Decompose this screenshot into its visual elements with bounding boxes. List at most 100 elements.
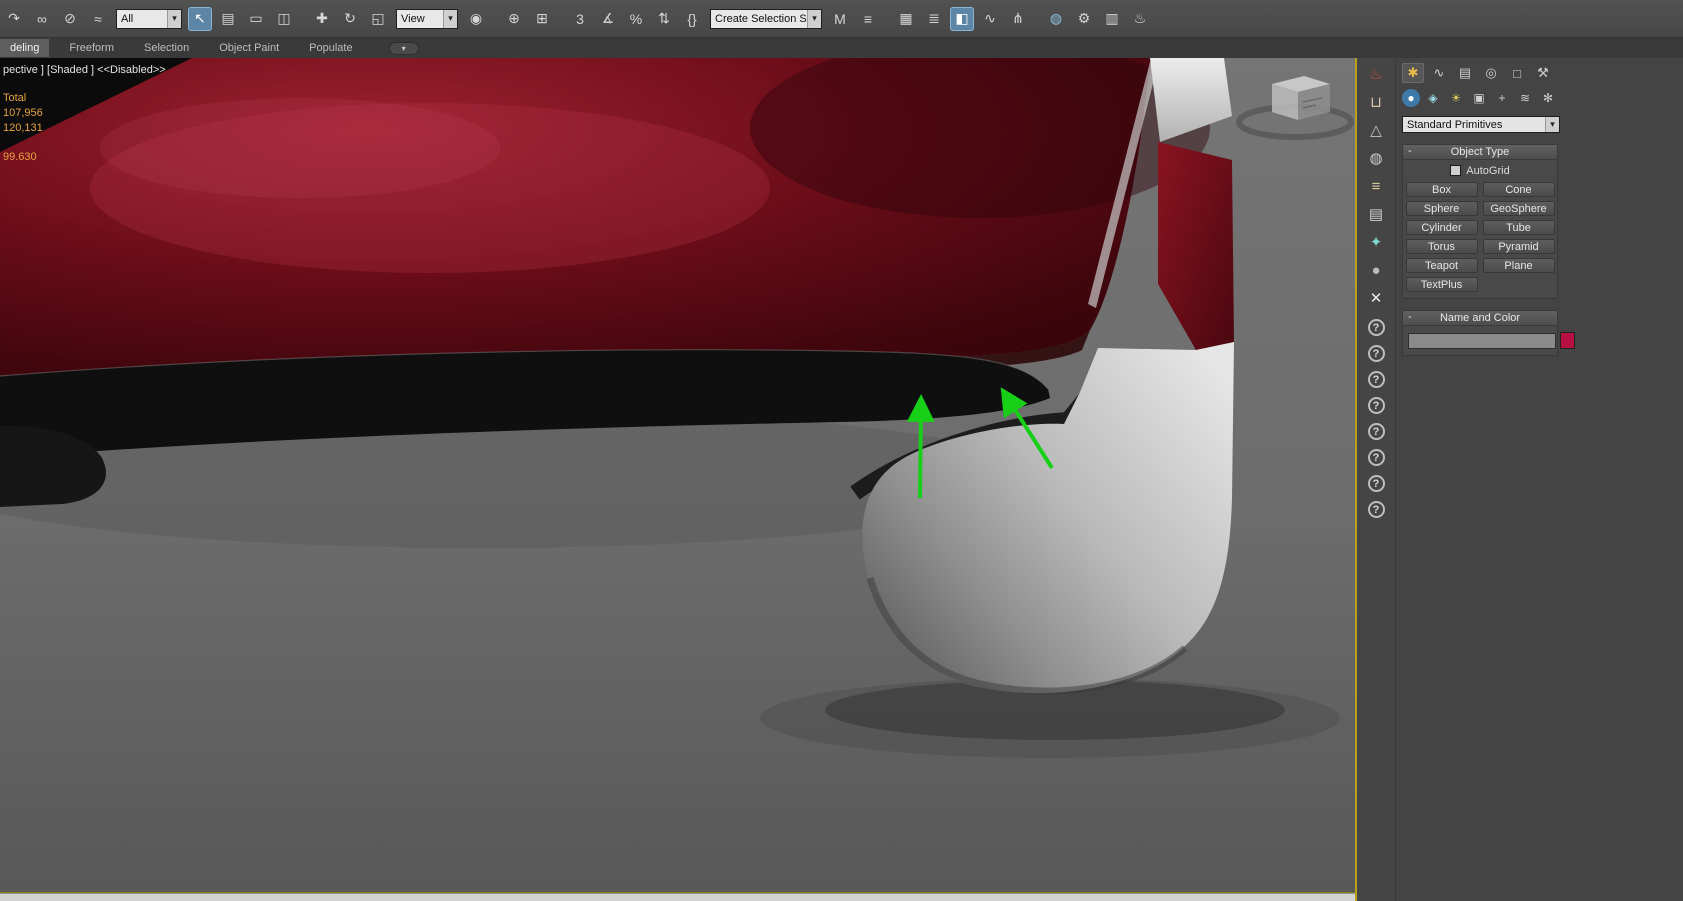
- tube-button[interactable]: Tube: [1482, 220, 1555, 235]
- category-shapes[interactable]: ◈: [1423, 88, 1443, 108]
- select-and-link-icon[interactable]: ∞: [30, 7, 54, 31]
- toggle-ribbon-icon[interactable]: ◧: [950, 6, 974, 31]
- close-icon[interactable]: ✕: [1363, 286, 1389, 310]
- select-and-manipulate-icon[interactable]: ⊕: [502, 7, 526, 31]
- curve-editor-icon[interactable]: ∿: [978, 7, 1002, 31]
- render-production-icon[interactable]: ♨: [1128, 7, 1152, 31]
- rectangular-selection-region-icon[interactable]: ▭: [244, 7, 268, 31]
- select-and-rotate-icon[interactable]: ↻: [338, 7, 362, 31]
- help-icon[interactable]: ?: [1367, 371, 1385, 388]
- toggle-layer-explorer-icon[interactable]: ≣: [922, 7, 946, 31]
- object-type-rollout-header[interactable]: - Object Type: [1403, 145, 1557, 160]
- bind-to-space-warp-icon[interactable]: ≈: [86, 7, 110, 31]
- tab-freeform[interactable]: Freeform: [59, 39, 124, 57]
- box-button[interactable]: Box: [1405, 182, 1478, 197]
- category-space-warps[interactable]: ≋: [1515, 88, 1535, 108]
- chevron-down-icon: ▾: [1545, 117, 1559, 132]
- material-editor-icon[interactable]: ◍: [1044, 7, 1068, 31]
- bricks-icon[interactable]: ▤: [1363, 202, 1389, 226]
- viewport-statistics: Total 107,956 120,131 99.630: [3, 91, 43, 165]
- checker-sphere-icon[interactable]: ◍: [1363, 146, 1389, 170]
- torus-button[interactable]: Torus: [1405, 239, 1478, 254]
- geosphere-button[interactable]: GeoSphere: [1482, 201, 1555, 216]
- select-object-icon[interactable]: ↖: [188, 6, 212, 31]
- named-selection-sets-dropdown[interactable]: Create Selection Se ▾: [710, 8, 822, 29]
- edit-named-selection-sets-icon[interactable]: {}: [680, 7, 704, 31]
- help-icon[interactable]: ?: [1367, 501, 1385, 518]
- render-setup-icon[interactable]: ⚙: [1072, 7, 1096, 31]
- side-toolbar: ♨ ⊔ △ ◍ ≡ ▤ ✦ ● ✕ ? ? ? ? ? ? ? ?: [1357, 58, 1396, 901]
- select-and-scale-icon[interactable]: ◱: [366, 7, 390, 31]
- tab-object-paint[interactable]: Object Paint: [209, 39, 289, 57]
- reference-coordinate-system-dropdown[interactable]: View ▾: [396, 8, 458, 29]
- viewport-label[interactable]: pective ] [Shaded ] <<Disabled>>: [3, 64, 166, 76]
- tab-populate[interactable]: Populate: [299, 39, 362, 57]
- help-icon[interactable]: ?: [1367, 449, 1385, 466]
- name-and-color-rollout: - Name and Color: [1402, 310, 1575, 356]
- unlink-selection-icon[interactable]: ⊘: [58, 7, 82, 31]
- cylinder-button[interactable]: Cylinder: [1405, 220, 1478, 235]
- help-icon[interactable]: ?: [1367, 397, 1385, 414]
- mirror-icon[interactable]: M: [828, 7, 852, 31]
- stats-title: Total: [3, 92, 27, 104]
- selection-filter-dropdown[interactable]: All ▾: [116, 8, 182, 29]
- category-geometry[interactable]: ●: [1402, 89, 1420, 107]
- keyboard-shortcut-override-icon[interactable]: ⊞: [530, 7, 554, 31]
- tab-modify[interactable]: ∿: [1428, 63, 1450, 83]
- name-and-color-rollout-header[interactable]: - Name and Color: [1403, 311, 1557, 326]
- window-crossing-toggle-icon[interactable]: ◫: [272, 7, 296, 31]
- command-panel-tabs: ✱ ∿ ▤ ◎ □ ⚒: [1396, 58, 1683, 85]
- rendered-frame-window-icon[interactable]: ▥: [1100, 7, 1124, 31]
- stats-line: 99.630: [3, 151, 37, 163]
- command-panel: ✱ ∿ ▤ ◎ □ ⚒ ● ◈ ☀ ▣ + ≋ ✻ Standard Primi…: [1396, 58, 1683, 901]
- snaps-toggle-icon[interactable]: 3: [568, 7, 592, 31]
- tab-create[interactable]: ✱: [1402, 63, 1424, 83]
- use-pivot-point-center-icon[interactable]: ◉: [464, 7, 488, 31]
- primitives-dropdown[interactable]: Standard Primitives ▾: [1402, 116, 1560, 133]
- help-icon[interactable]: ?: [1367, 319, 1385, 336]
- tab-modeling[interactable]: deling: [0, 39, 50, 57]
- star-icon[interactable]: ✦: [1363, 230, 1389, 254]
- category-helpers[interactable]: +: [1492, 88, 1512, 108]
- primitive-buttons: Box Cone Sphere GeoSphere Cylinder Tube …: [1405, 182, 1555, 292]
- sphere-button[interactable]: Sphere: [1405, 201, 1478, 216]
- object-color-swatch[interactable]: [1560, 332, 1575, 349]
- align-icon[interactable]: ≡: [856, 7, 880, 31]
- autogrid-checkbox[interactable]: AutoGrid: [1406, 162, 1554, 179]
- named-selection-sets-value: Create Selection Se: [715, 12, 807, 25]
- tab-selection[interactable]: Selection: [134, 39, 199, 57]
- sphere-icon[interactable]: ●: [1363, 258, 1389, 282]
- viewport[interactable]: pective ] [Shaded ] <<Disabled>> Total 1…: [0, 58, 1355, 893]
- percent-snap-icon[interactable]: %: [624, 7, 648, 31]
- tab-utilities[interactable]: ⚒: [1532, 63, 1554, 83]
- help-icon[interactable]: ?: [1367, 345, 1385, 362]
- angle-snap-icon[interactable]: ∡: [596, 7, 620, 31]
- help-icon[interactable]: ?: [1367, 423, 1385, 440]
- paint-bucket-icon[interactable]: ⊔: [1363, 90, 1389, 114]
- cone-button[interactable]: Cone: [1482, 182, 1555, 197]
- select-and-move-icon[interactable]: ✚: [310, 7, 334, 31]
- tab-display[interactable]: □: [1506, 63, 1528, 83]
- stats-line: 120,131: [3, 122, 43, 134]
- teapot-button[interactable]: Teapot: [1405, 258, 1478, 273]
- layers-icon[interactable]: ≡: [1363, 174, 1389, 198]
- teapot-icon[interactable]: ♨: [1363, 62, 1389, 86]
- select-by-name-icon[interactable]: ▤: [216, 7, 240, 31]
- textplus-button[interactable]: TextPlus: [1405, 277, 1478, 292]
- redo-icon[interactable]: ↷: [2, 7, 26, 31]
- compass-icon[interactable]: △: [1363, 118, 1389, 142]
- plane-button[interactable]: Plane: [1482, 258, 1555, 273]
- toggle-scene-explorer-icon[interactable]: ▦: [894, 7, 918, 31]
- ribbon-minimize-button[interactable]: ▾: [388, 41, 419, 55]
- schematic-view-icon[interactable]: ⋔: [1006, 7, 1030, 31]
- chevron-down-icon: ▾: [167, 9, 181, 28]
- tab-motion[interactable]: ◎: [1480, 63, 1502, 83]
- tab-hierarchy[interactable]: ▤: [1454, 63, 1476, 83]
- help-icon[interactable]: ?: [1367, 475, 1385, 492]
- spinner-snap-icon[interactable]: ⇅: [652, 7, 676, 31]
- object-name-input[interactable]: [1408, 332, 1556, 349]
- category-cameras[interactable]: ▣: [1469, 88, 1489, 108]
- category-systems[interactable]: ✻: [1538, 88, 1558, 108]
- pyramid-button[interactable]: Pyramid: [1482, 239, 1555, 254]
- category-lights[interactable]: ☀: [1446, 88, 1466, 108]
